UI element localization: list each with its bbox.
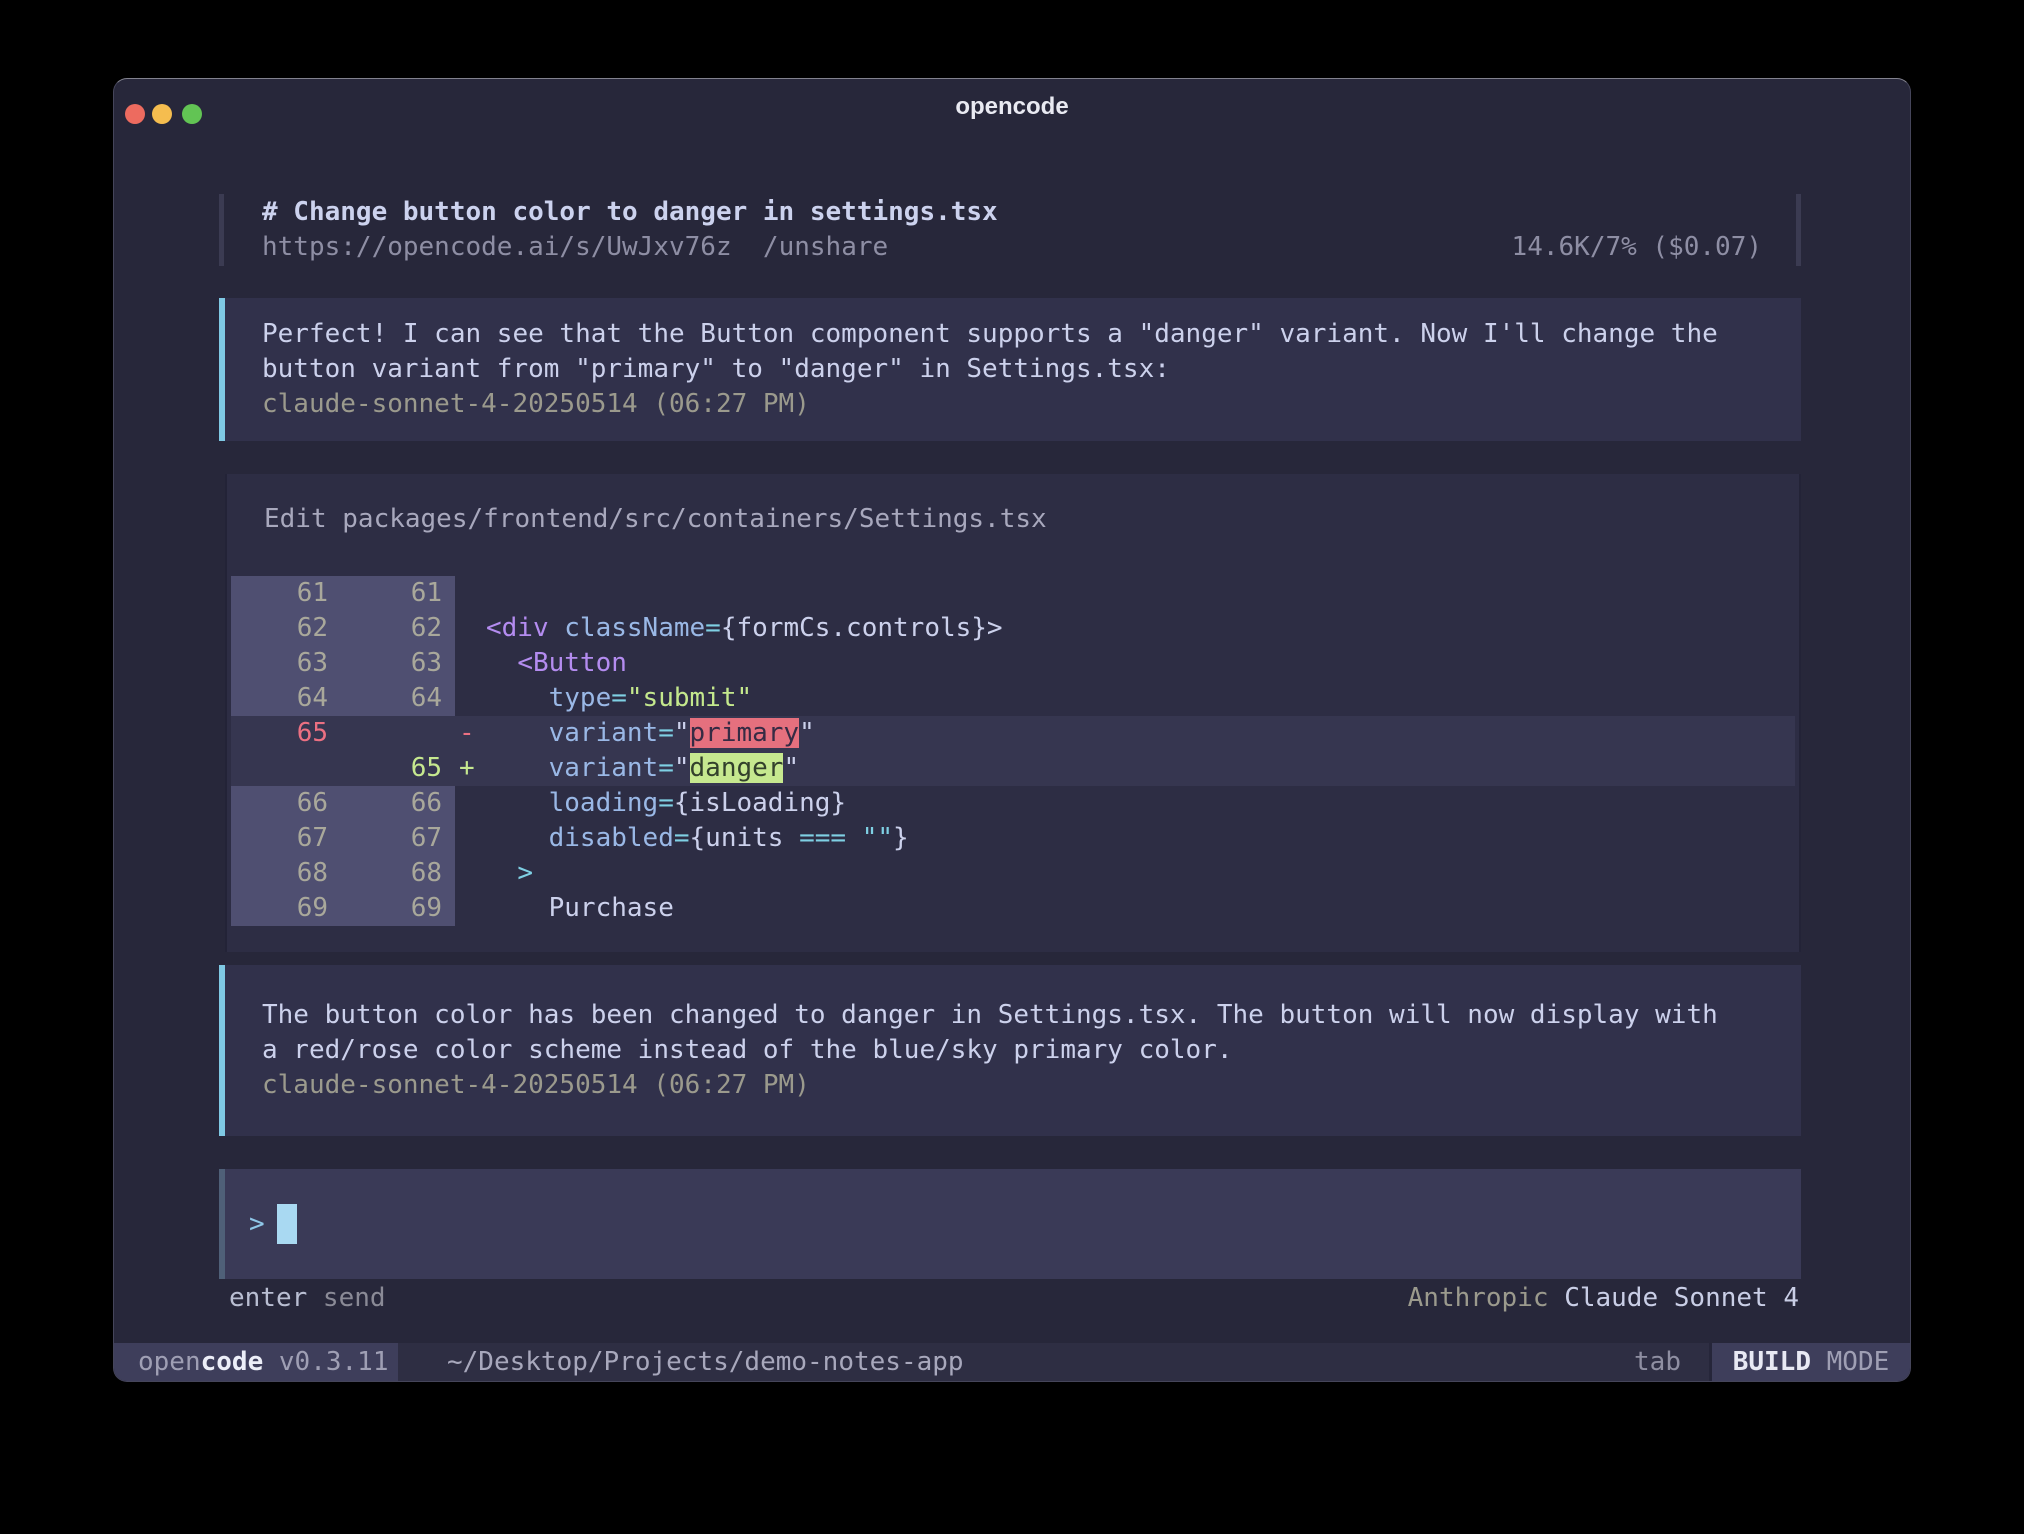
diff-row: 6363 <Button — [231, 646, 1795, 681]
diff-row: 6161 — [231, 576, 1795, 611]
diff-marker — [455, 576, 486, 611]
code-line: <Button — [486, 646, 1795, 681]
tab-key-hint: tab — [1634, 1343, 1681, 1381]
old-line-number: 66 — [231, 786, 328, 821]
code-line — [486, 576, 1795, 611]
new-line-number — [328, 716, 455, 751]
new-line-number: 61 — [328, 576, 455, 611]
prompt-input[interactable]: > — [225, 1169, 1801, 1279]
opencode-window: opencode # Change button color to danger… — [113, 78, 1911, 1382]
diff-marker — [455, 856, 486, 891]
session-title: # Change button color to danger in setti… — [262, 195, 998, 230]
hint-row: enter send Anthropic Claude Sonnet 4 — [229, 1281, 1799, 1316]
diff-row: 6868 > — [231, 856, 1795, 891]
model-indicator: Anthropic Claude Sonnet 4 — [1408, 1281, 1799, 1316]
diff-marker — [455, 681, 486, 716]
diff-row-added: 65+ variant="danger" — [231, 751, 1795, 786]
unshare-command[interactable]: /unshare — [763, 232, 888, 262]
status-bar: opencode v0.3.11 ~/Desktop/Projects/demo… — [114, 1343, 1910, 1381]
share-url: https://opencode.ai/s/UwJxv76z — [262, 232, 732, 262]
header-right-rail — [1796, 194, 1801, 266]
code-line: variant="primary" — [486, 716, 1795, 751]
diff-marker — [455, 646, 486, 681]
old-line-number: 62 — [231, 611, 328, 646]
old-line-number: 61 — [231, 576, 328, 611]
code-line: type="submit" — [486, 681, 1795, 716]
old-line-number: 65 — [231, 716, 328, 751]
mode-toggle-chip[interactable]: BUILD MODE — [1709, 1343, 1910, 1381]
diff-marker — [455, 821, 486, 856]
diff-row: 6464 type="submit" — [231, 681, 1795, 716]
new-line-number: 67 — [328, 821, 455, 856]
model-timestamp: claude-sonnet-4-20250514 (06:27 PM) — [225, 1068, 1801, 1103]
code-line: > — [486, 856, 1795, 891]
working-directory: ~/Desktop/Projects/demo-notes-app — [447, 1343, 964, 1381]
diff-marker — [455, 891, 486, 926]
diff-marker-added: + — [455, 751, 486, 786]
diff-marker-removed: - — [455, 716, 486, 751]
message-line: a red/rose color scheme instead of the b… — [225, 1033, 1801, 1068]
send-hint: enter send — [229, 1281, 386, 1316]
message-line: button variant from "primary" to "danger… — [225, 352, 1801, 387]
new-line-number: 63 — [328, 646, 455, 681]
old-line-number: 68 — [231, 856, 328, 891]
assistant-message: The button color has been changed to dan… — [225, 965, 1801, 1136]
edit-tool-panel: Edit packages/frontend/src/containers/Se… — [225, 474, 1801, 952]
old-line-number: 67 — [231, 821, 328, 856]
share-url-line: https://opencode.ai/s/UwJxv76z /unshare — [262, 230, 888, 265]
old-line-number: 64 — [231, 681, 328, 716]
new-line-number: 68 — [328, 856, 455, 891]
message-line: Perfect! I can see that the Button compo… — [225, 317, 1801, 352]
app-version-chip: opencode v0.3.11 — [114, 1343, 398, 1381]
diff-marker — [455, 786, 486, 821]
diff-row: 6666 loading={isLoading} — [231, 786, 1795, 821]
text-cursor — [277, 1204, 297, 1244]
diff-row: 6767 disabled={units === ""} — [231, 821, 1795, 856]
diff-row: 6969 Purchase — [231, 891, 1795, 926]
new-line-number: 69 — [328, 891, 455, 926]
model-timestamp: claude-sonnet-4-20250514 (06:27 PM) — [225, 387, 1801, 422]
code-line: loading={isLoading} — [486, 786, 1795, 821]
diff-marker — [455, 611, 486, 646]
prompt-symbol: > — [225, 1209, 265, 1239]
old-line-number: 69 — [231, 891, 328, 926]
new-line-number: 62 — [328, 611, 455, 646]
header-left-rail — [219, 194, 224, 266]
code-line: disabled={units === ""} — [486, 821, 1795, 856]
window-title: opencode — [114, 93, 1910, 121]
code-line: Purchase — [486, 891, 1795, 926]
assistant-message: Perfect! I can see that the Button compo… — [225, 298, 1801, 441]
new-line-number: 66 — [328, 786, 455, 821]
token-usage: 14.6K/7% ($0.07) — [1512, 230, 1762, 265]
diff-row-removed: 65 - variant="primary" — [231, 716, 1795, 751]
new-line-number: 64 — [328, 681, 455, 716]
old-line-number: 63 — [231, 646, 328, 681]
diff-view: 6161 6262 <div className={formCs.controls… — [231, 576, 1795, 926]
diff-row: 6262 <div className={formCs.controls}> — [231, 611, 1795, 646]
status-bar-right: tab BUILD MODE — [1634, 1343, 1910, 1381]
edit-tool-title: Edit packages/frontend/src/containers/Se… — [264, 502, 1047, 537]
old-line-number — [231, 751, 328, 786]
message-line: The button color has been changed to dan… — [225, 998, 1801, 1033]
code-line: <div className={formCs.controls}> — [486, 611, 1795, 646]
new-line-number: 65 — [328, 751, 455, 786]
code-line: variant="danger" — [486, 751, 1795, 786]
